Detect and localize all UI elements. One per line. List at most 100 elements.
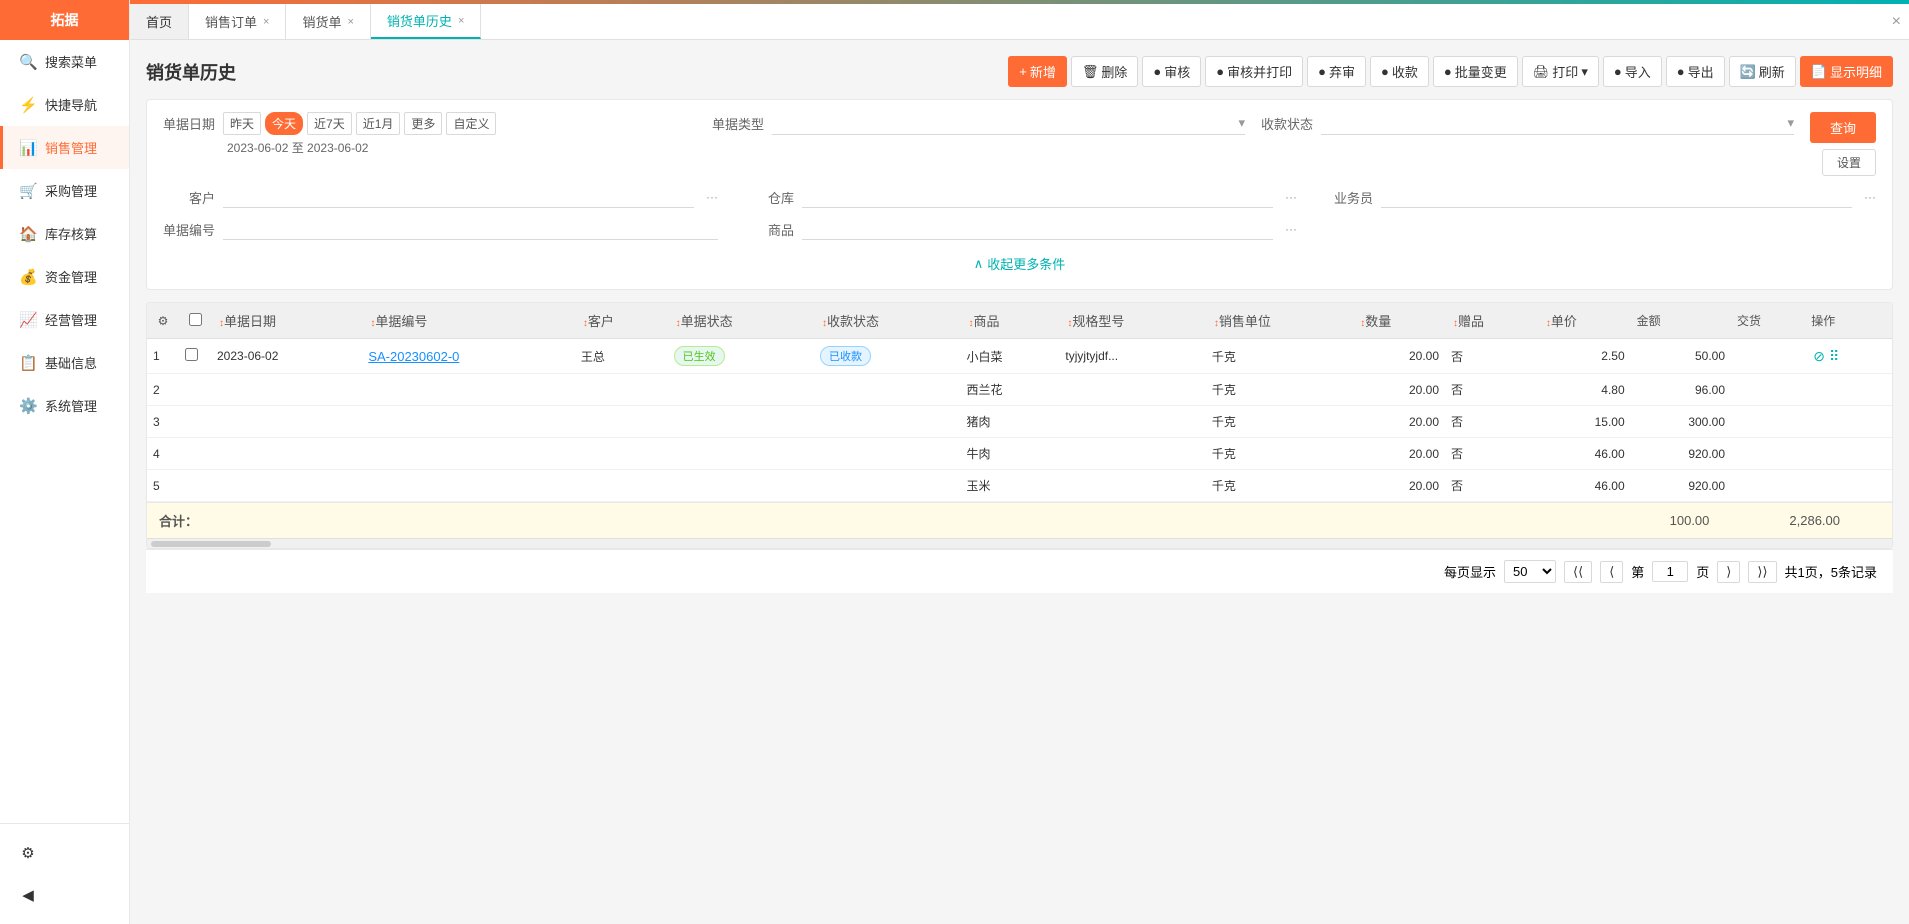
th-gift[interactable]: ↕赠品 xyxy=(1445,303,1538,339)
cell-transaction xyxy=(1731,339,1805,374)
tabs-bar-close-all[interactable]: × xyxy=(1892,13,1909,31)
abandon-button[interactable]: ● 弃审 xyxy=(1307,56,1366,87)
date-custom-btn[interactable]: 自定义 xyxy=(446,112,496,135)
th-checkbox[interactable] xyxy=(179,303,211,339)
th-qty[interactable]: ↕数量 xyxy=(1352,303,1445,339)
print-button[interactable]: 🖨 打印 ▾ xyxy=(1522,56,1599,87)
cell-pay-status xyxy=(814,374,960,406)
row-checkbox[interactable] xyxy=(185,348,198,361)
date-7days-btn[interactable]: 近7天 xyxy=(307,112,352,135)
cell-checkbox[interactable] xyxy=(179,470,211,502)
tab-sales-order-close[interactable]: × xyxy=(263,16,269,28)
date-today-btn[interactable]: 今天 xyxy=(265,112,303,135)
cell-checkbox[interactable] xyxy=(179,374,211,406)
cell-product: 牛肉 xyxy=(960,438,1059,470)
show-detail-button[interactable]: 📄 显示明细 xyxy=(1800,56,1893,87)
tab-sales-delivery[interactable]: 销货单 × xyxy=(286,4,370,39)
cell-checkbox[interactable] xyxy=(179,406,211,438)
batch-change-button[interactable]: ● 批量变更 xyxy=(1433,56,1518,87)
set-button[interactable]: 设置 xyxy=(1822,149,1876,176)
pagination-next-btn[interactable]: ⟩ xyxy=(1717,561,1740,583)
sidebar-item-sales-mgmt[interactable]: 📊 销售管理 xyxy=(0,126,129,169)
sidebar-collapse-btn[interactable]: ◀ xyxy=(0,874,129,916)
th-date[interactable]: ↕单据日期 xyxy=(211,303,362,339)
customer-input[interactable] xyxy=(223,186,694,208)
delete-button[interactable]: 🗑 删除 xyxy=(1071,56,1139,87)
tab-sales-order[interactable]: 销售订单 × xyxy=(189,4,286,39)
th-price[interactable]: ↕单价 xyxy=(1538,303,1631,339)
doc-type-select[interactable]: ▾ xyxy=(772,112,1245,135)
th-transaction[interactable]: 交货 xyxy=(1731,303,1805,339)
import-button[interactable]: ● 导入 xyxy=(1603,56,1662,87)
sidebar-item-search-menu[interactable]: 🔍 搜索菜单 xyxy=(0,40,129,83)
warehouse-ellipsis-btn[interactable]: ··· xyxy=(1285,190,1297,204)
pagination-last-btn[interactable]: ⟩⟩ xyxy=(1748,561,1776,583)
cell-number[interactable]: SA-20230602-0 xyxy=(362,339,575,374)
tab-sales-history-close[interactable]: × xyxy=(458,15,464,27)
sidebar-item-inventory[interactable]: 🏠 库存核算 xyxy=(0,212,129,255)
sidebar-item-label: 库存核算 xyxy=(45,224,97,243)
doc-number-input[interactable] xyxy=(223,218,718,240)
collapse-filter-btn[interactable]: ∧ 收起更多条件 xyxy=(163,250,1876,277)
date-1month-btn[interactable]: 近1月 xyxy=(356,112,401,135)
staff-ellipsis-btn[interactable]: ··· xyxy=(1864,190,1876,204)
sidebar-item-quick-nav[interactable]: ⚡ 快捷导航 xyxy=(0,83,129,126)
sidebar-item-system-mgmt[interactable]: ⚙️ 系统管理 xyxy=(0,384,129,427)
product-input[interactable] xyxy=(802,218,1273,240)
customer-ellipsis-btn[interactable]: ··· xyxy=(706,190,718,204)
tab-sales-delivery-close[interactable]: × xyxy=(347,16,353,28)
audit-button[interactable]: ● 审核 xyxy=(1142,56,1201,87)
tab-sales-history[interactable]: 销货单历史 × xyxy=(371,4,481,39)
th-gear[interactable]: ⚙ xyxy=(147,303,179,339)
sidebar-item-finance[interactable]: 💰 资金管理 xyxy=(0,255,129,298)
cell-customer xyxy=(575,406,668,438)
export-button[interactable]: ● 导出 xyxy=(1666,56,1725,87)
more-action-icon[interactable]: ⠿ xyxy=(1829,348,1839,364)
main-panel: 首页 销售订单 × 销货单 × 销货单历史 × × 销货单历史 + 新增 🗑 xyxy=(130,0,1909,924)
cell-number[interactable] xyxy=(362,470,575,502)
tab-home[interactable]: 首页 xyxy=(130,4,189,39)
th-spec[interactable]: ↕规格型号 xyxy=(1059,303,1205,339)
warehouse-input[interactable] xyxy=(802,186,1273,208)
sidebar-settings-btn[interactable]: ⚙ xyxy=(0,832,129,874)
sidebar-item-basic-info[interactable]: 📋 基础信息 xyxy=(0,341,129,384)
scrollbar-thumb[interactable] xyxy=(151,541,271,547)
sidebar-item-purchase-mgmt[interactable]: 🛒 采购管理 xyxy=(0,169,129,212)
pagination-prev-btn[interactable]: ⟨ xyxy=(1600,561,1623,583)
product-ellipsis-btn[interactable]: ··· xyxy=(1285,222,1297,236)
edit-action-icon[interactable]: ⊘ xyxy=(1813,348,1825,364)
audit-print-button[interactable]: ● 审核并打印 xyxy=(1205,56,1303,87)
cell-checkbox[interactable] xyxy=(179,438,211,470)
page-number-input[interactable] xyxy=(1652,561,1688,582)
pagination-first-btn[interactable]: ⟨⟨ xyxy=(1564,561,1592,583)
refresh-button[interactable]: 🔄 刷新 xyxy=(1729,56,1796,87)
tabs-bar: 首页 销售订单 × 销货单 × 销货单历史 × × xyxy=(130,4,1909,40)
select-all-checkbox[interactable] xyxy=(189,313,202,326)
cell-date xyxy=(211,438,362,470)
th-unit[interactable]: ↕销售单位 xyxy=(1206,303,1352,339)
cell-number[interactable] xyxy=(362,406,575,438)
doc-number-link[interactable]: SA-20230602-0 xyxy=(368,349,459,364)
per-page-select[interactable]: 50 100 200 xyxy=(1504,560,1556,583)
sidebar-item-label: 资金管理 xyxy=(45,267,97,286)
th-pay-status[interactable]: ↕收款状态 xyxy=(814,303,960,339)
cell-customer xyxy=(575,470,668,502)
query-button[interactable]: 查询 xyxy=(1810,112,1876,143)
payment-status-select[interactable]: ▾ xyxy=(1321,112,1794,135)
date-more-btn[interactable]: 更多 xyxy=(404,112,442,135)
staff-input[interactable] xyxy=(1381,186,1852,208)
sidebar-item-operations[interactable]: 📈 经营管理 xyxy=(0,298,129,341)
th-doc-status[interactable]: ↕单据状态 xyxy=(668,303,814,339)
th-product[interactable]: ↕商品 xyxy=(960,303,1059,339)
cell-number[interactable] xyxy=(362,374,575,406)
sidebar-item-label: 搜索菜单 xyxy=(45,52,97,71)
th-number[interactable]: ↕单据编号 xyxy=(362,303,575,339)
th-amount[interactable]: 金额 xyxy=(1631,303,1731,339)
th-customer[interactable]: ↕客户 xyxy=(575,303,668,339)
date-yesterday-btn[interactable]: 昨天 xyxy=(223,112,261,135)
cell-checkbox[interactable] xyxy=(179,339,211,374)
cell-number[interactable] xyxy=(362,438,575,470)
horizontal-scrollbar[interactable] xyxy=(147,538,1892,548)
new-button[interactable]: + 新增 xyxy=(1008,56,1067,87)
collect-button[interactable]: ● 收款 xyxy=(1370,56,1429,87)
